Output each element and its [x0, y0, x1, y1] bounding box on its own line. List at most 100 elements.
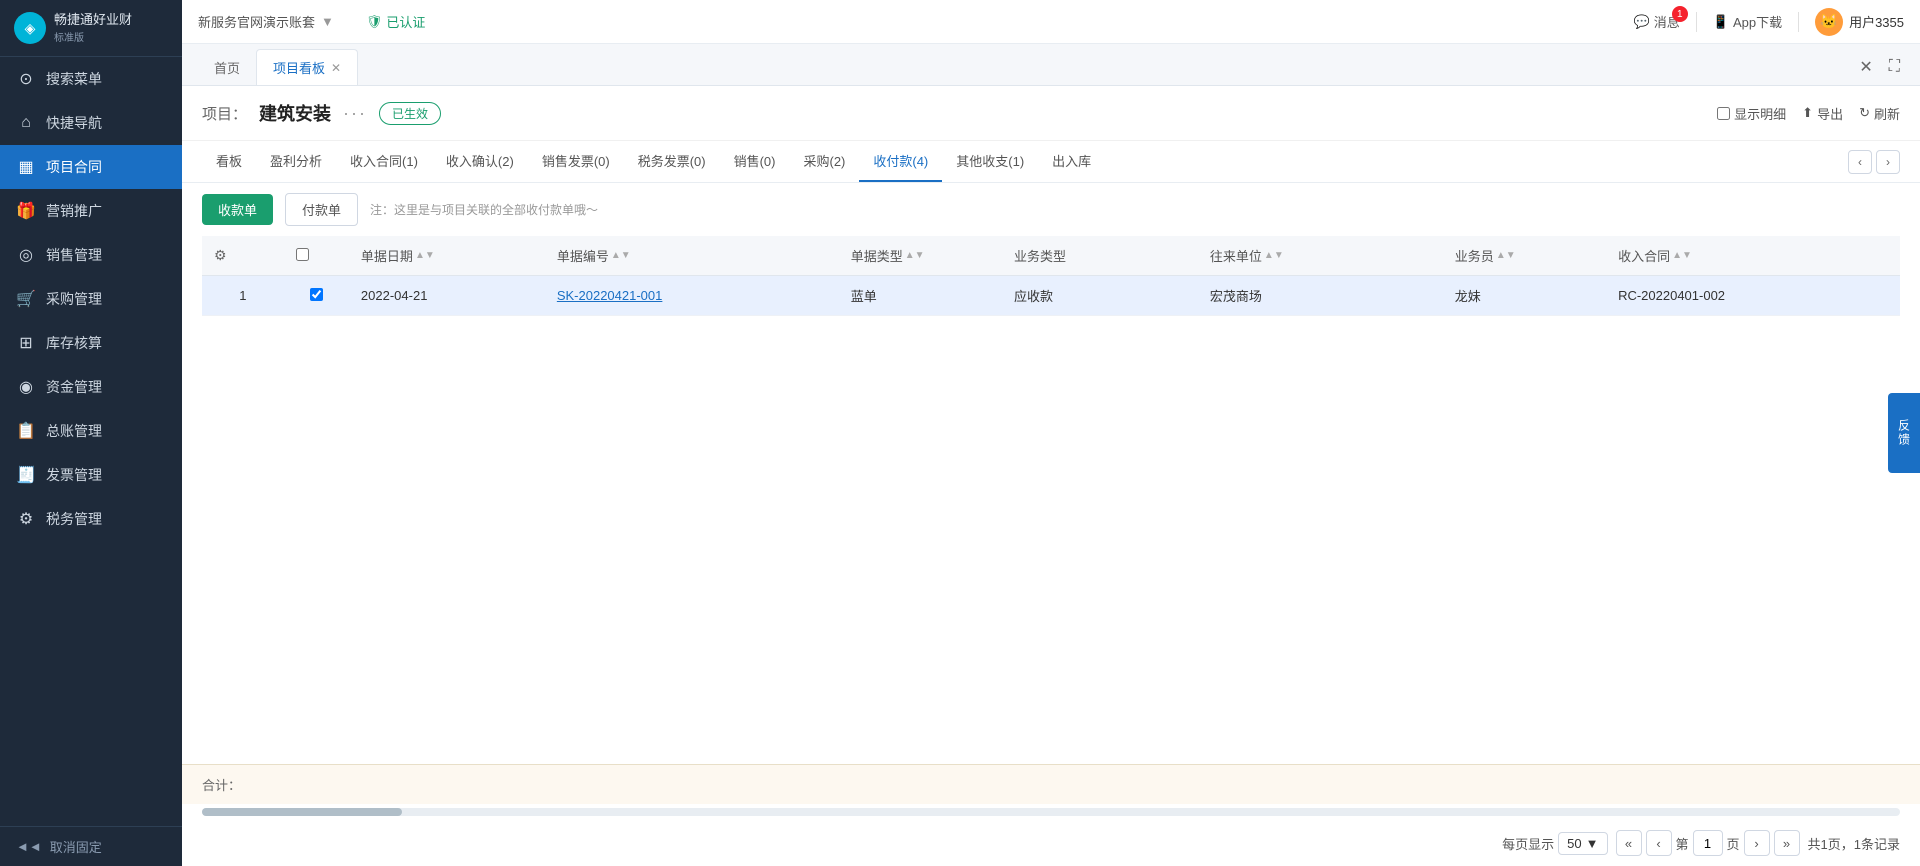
- subtab-next-button[interactable]: ›: [1876, 150, 1900, 174]
- subtab-income-contract[interactable]: 收入合同(1): [336, 141, 432, 182]
- sales-icon: ◎: [16, 245, 36, 265]
- row-checkbox[interactable]: [310, 288, 323, 301]
- account-selector[interactable]: 新服务官网演示账套 ▼: [198, 12, 334, 31]
- window-close-button[interactable]: ✕: [1855, 53, 1876, 81]
- subtab-prev-button[interactable]: ‹: [1848, 150, 1872, 174]
- col-header-code[interactable]: 单据编号 ▲▼: [545, 236, 839, 276]
- search-icon: ⊙: [16, 69, 36, 89]
- finance-icon: ◉: [16, 377, 36, 397]
- subtab-sales-invoice[interactable]: 销售发票(0): [528, 141, 624, 182]
- settings-icon[interactable]: ⚙: [214, 247, 227, 263]
- sidebar-item-purchase[interactable]: 🛒 采购管理: [0, 277, 182, 321]
- sort-date-icon: ▲▼: [415, 251, 435, 261]
- divider: [1696, 12, 1697, 32]
- sidebar: ◈ 畅捷通好业财 标准版 ⊙ 搜索菜单 ⌂ 快捷导航 ▦ 项目合同 🎁 营销推广…: [0, 0, 182, 866]
- show-detail-checkbox[interactable]: 显示明细: [1717, 104, 1786, 123]
- show-detail-input[interactable]: [1717, 107, 1730, 120]
- refresh-button[interactable]: ↻ 刷新: [1859, 104, 1900, 123]
- sidebar-item-finance[interactable]: ◉ 资金管理: [0, 365, 182, 409]
- payment-tab-button[interactable]: 付款单: [285, 193, 358, 226]
- receipt-tab-button[interactable]: 收款单: [202, 194, 273, 225]
- scrollbar-area: [182, 804, 1920, 820]
- project-more-button[interactable]: ···: [343, 103, 367, 124]
- table-footer: 合计：: [182, 764, 1920, 804]
- cell-check[interactable]: [284, 276, 349, 316]
- refresh-icon: ↻: [1859, 105, 1870, 121]
- code-link[interactable]: SK-20220421-001: [557, 288, 663, 303]
- cell-date: 2022-04-21: [349, 276, 545, 316]
- sidebar-item-tax[interactable]: ⚙ 税务管理: [0, 497, 182, 541]
- main-area: 新服务官网演示账套 ▼ 🛡 已认证 💬 消息 1 📱 App下载 🐱 用户335…: [182, 0, 1920, 866]
- cell-code[interactable]: SK-20220421-001: [545, 276, 839, 316]
- message-icon: 💬: [1634, 14, 1650, 30]
- tab-close-icon[interactable]: ✕: [331, 61, 341, 75]
- divider2: [1798, 12, 1799, 32]
- col-header-num: ⚙: [202, 236, 284, 276]
- table-wrapper: ⚙ 单据日期 ▲▼ 单据编号: [182, 236, 1920, 764]
- cell-contract: RC-20220401-002: [1606, 276, 1900, 316]
- topbar: 新服务官网演示账套 ▼ 🛡 已认证 💬 消息 1 📱 App下载 🐱 用户335…: [182, 0, 1920, 44]
- subtab-kanban[interactable]: 看板: [202, 141, 256, 182]
- tax-icon: ⚙: [16, 509, 36, 529]
- col-header-salesman[interactable]: 业务员 ▲▼: [1443, 236, 1606, 276]
- purchase-icon: 🛒: [16, 289, 36, 309]
- message-badge: 1: [1672, 6, 1688, 22]
- subtab-receipt[interactable]: 收付款(4): [859, 141, 942, 182]
- sidebar-item-project[interactable]: ▦ 项目合同: [0, 145, 182, 189]
- sort-salesman-icon: ▲▼: [1496, 251, 1516, 261]
- app-download-button[interactable]: 📱 App下载: [1713, 12, 1782, 31]
- sidebar-item-search[interactable]: ⊙ 搜索菜单: [0, 57, 182, 101]
- filter-note: 注：这里是与项目关联的全部收付款单哦～: [370, 201, 598, 218]
- message-button[interactable]: 💬 消息 1: [1634, 12, 1680, 31]
- cell-num: 1: [202, 276, 284, 316]
- subtab-warehouse[interactable]: 出入库: [1038, 141, 1105, 182]
- receipt-table: ⚙ 单据日期 ▲▼ 单据编号: [202, 236, 1900, 316]
- select-all-checkbox[interactable]: [296, 248, 309, 261]
- export-icon: ⬆: [1802, 105, 1813, 121]
- col-header-partner[interactable]: 往来单位 ▲▼: [1198, 236, 1443, 276]
- col-header-type[interactable]: 单据类型 ▲▼: [839, 236, 1002, 276]
- scrollbar-thumb[interactable]: [202, 808, 402, 816]
- horizontal-scrollbar[interactable]: [202, 808, 1900, 816]
- cell-partner: 宏茂商场: [1198, 276, 1443, 316]
- page-navigation: « ‹ 第 页 › »: [1616, 830, 1800, 856]
- next-page-button[interactable]: ›: [1744, 830, 1770, 856]
- subtab-sales[interactable]: 销售(0): [720, 141, 790, 182]
- tab-home[interactable]: 首页: [198, 50, 256, 85]
- sidebar-item-sales[interactable]: ◎ 销售管理: [0, 233, 182, 277]
- user-avatar: 🐱: [1815, 8, 1843, 36]
- window-maximize-button[interactable]: ⛶: [1885, 54, 1904, 80]
- inventory-icon: ⊞: [16, 333, 36, 353]
- subtab-profit[interactable]: 盈利分析: [256, 141, 336, 182]
- invoice-icon: 🧾: [16, 465, 36, 485]
- sort-contract-icon: ▲▼: [1672, 251, 1692, 261]
- first-page-button[interactable]: «: [1616, 830, 1642, 856]
- sidebar-item-ledger[interactable]: 📋 总账管理: [0, 409, 182, 453]
- subtab-income-confirm[interactable]: 收入确认(2): [432, 141, 528, 182]
- feedback-button[interactable]: 反馈: [1888, 393, 1920, 473]
- tab-project-board[interactable]: 项目看板 ✕: [256, 49, 358, 85]
- topbar-actions: 💬 消息 1 📱 App下载 🐱 用户3355: [1634, 8, 1904, 36]
- sidebar-unpin-button[interactable]: ◄◄ 取消固定: [0, 826, 182, 866]
- page-size-dropdown[interactable]: 50 ▼: [1558, 832, 1607, 855]
- subtabs: 看板 盈利分析 收入合同(1) 收入确认(2) 销售发票(0) 税务发票(0) …: [182, 141, 1920, 183]
- subtab-tax-invoice[interactable]: 税务发票(0): [624, 141, 720, 182]
- last-page-button[interactable]: »: [1774, 830, 1800, 856]
- subtab-purchase[interactable]: 采购(2): [789, 141, 859, 182]
- col-header-contract[interactable]: 收入合同 ▲▼: [1606, 236, 1900, 276]
- shield-icon: 🛡: [366, 14, 383, 30]
- sidebar-item-marketing[interactable]: 🎁 营销推广: [0, 189, 182, 233]
- user-menu[interactable]: 🐱 用户3355: [1815, 8, 1904, 36]
- sidebar-item-inventory[interactable]: ⊞ 库存核算: [0, 321, 182, 365]
- filterbar: 收款单 付款单 注：这里是与项目关联的全部收付款单哦～: [182, 183, 1920, 236]
- col-header-date[interactable]: 单据日期 ▲▼: [349, 236, 545, 276]
- sidebar-item-quick-nav[interactable]: ⌂ 快捷导航: [0, 101, 182, 145]
- account-dropdown-icon: ▼: [321, 14, 334, 29]
- sidebar-item-invoice[interactable]: 🧾 发票管理: [0, 453, 182, 497]
- pin-icon: ◄◄: [16, 839, 42, 854]
- subtab-other-expense[interactable]: 其他收支(1): [942, 141, 1038, 182]
- table-row[interactable]: 1 2022-04-21 SK-20220421-001 蓝单 应收款 宏茂商场…: [202, 276, 1900, 316]
- page-number-input[interactable]: [1693, 830, 1723, 856]
- export-button[interactable]: ⬆ 导出: [1802, 104, 1843, 123]
- prev-page-button[interactable]: ‹: [1646, 830, 1672, 856]
